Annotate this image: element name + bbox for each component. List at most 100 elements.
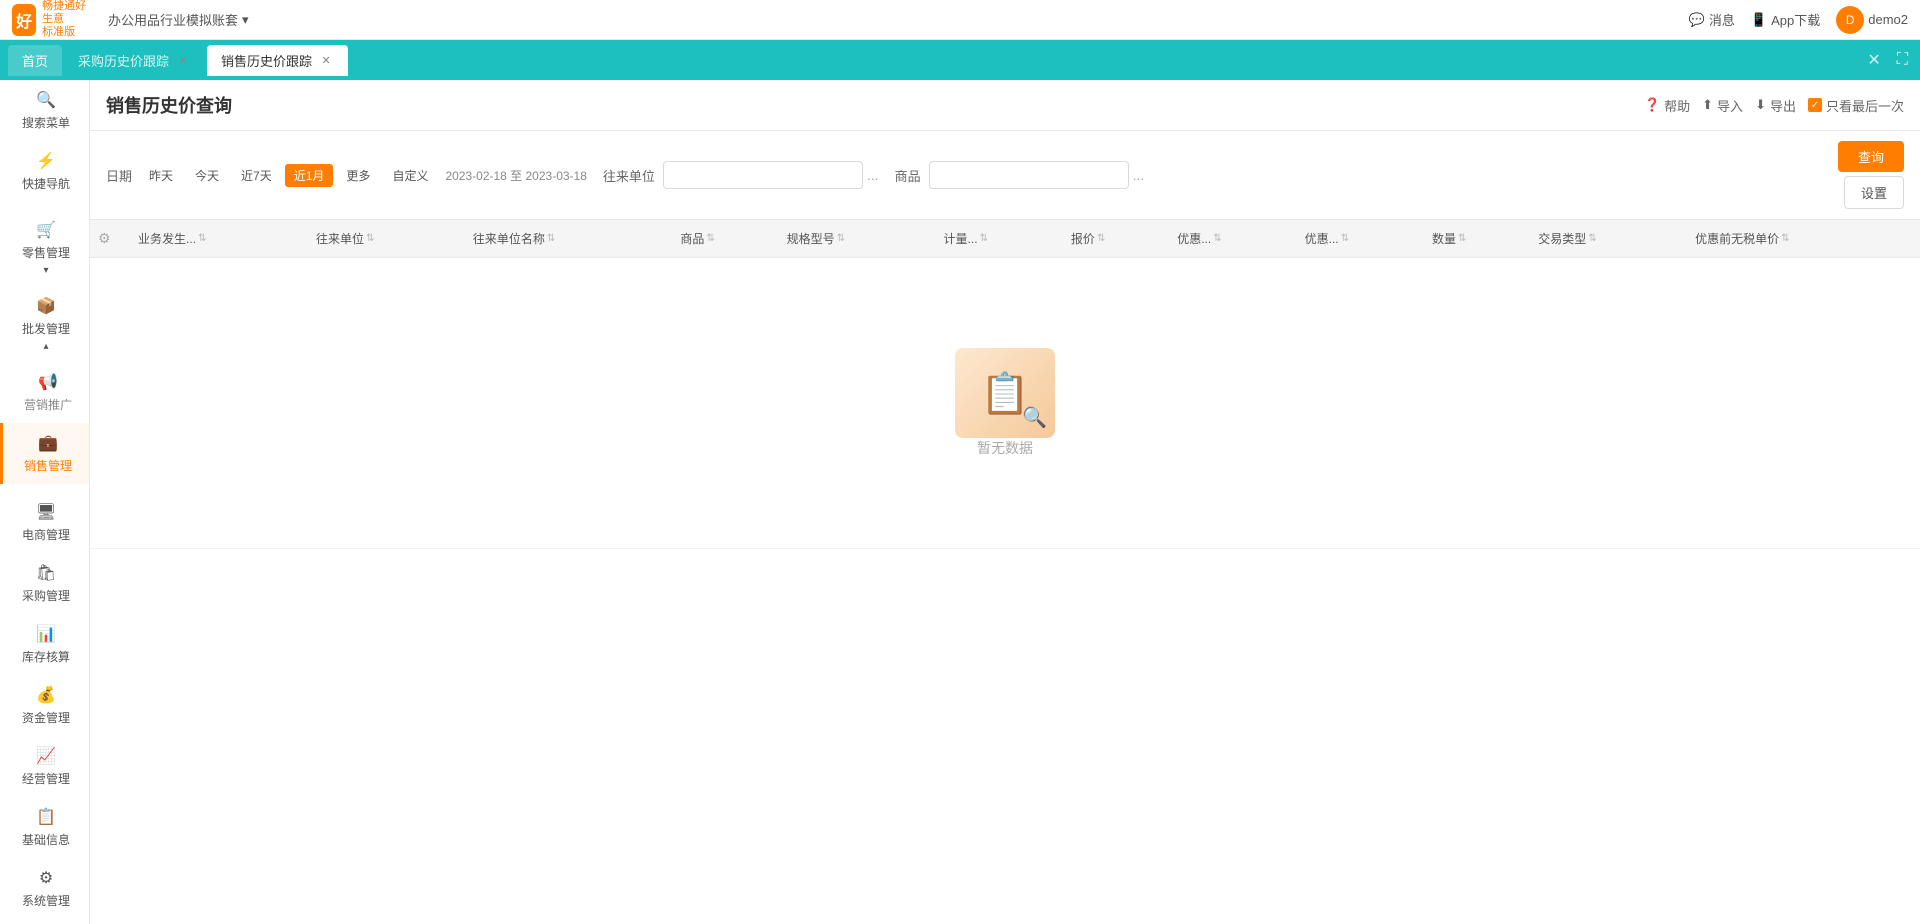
tab-home[interactable]: 首页 <box>8 45 62 76</box>
home-tab-label: 首页 <box>22 51 48 70</box>
th-discount2[interactable]: 优惠... ⇅ <box>1297 220 1424 258</box>
sidebar-item-ecommerce[interactable]: 🖥 电商管理 <box>0 492 89 553</box>
th-discount1[interactable]: 优惠... ⇅ <box>1169 220 1296 258</box>
close-all-tabs-button[interactable]: ✕ <box>1863 46 1884 74</box>
quick-nav-icon: ⚡ <box>36 151 56 171</box>
sidebar-item-purchase[interactable]: 🛍 采购管理 <box>0 553 89 614</box>
sidebar-item-operations[interactable]: 📈 经营管理 <box>0 736 89 797</box>
top-bar-right: 💬 消息 📱 App下载 D demo2 <box>1689 6 1908 34</box>
logo-text: 畅捷通好生意 标准版 <box>42 0 92 39</box>
sidebar-item-finance[interactable]: 💰 资金管理 <box>0 675 89 736</box>
system-icon: ⚙ <box>39 868 53 888</box>
finance-icon: 💰 <box>36 685 56 705</box>
th-partner-code[interactable]: 往来单位 ⇅ <box>308 220 465 258</box>
export-button[interactable]: ⬇ 导出 <box>1755 96 1796 115</box>
sidebar-item-quick-nav[interactable]: ⚡ 快捷导航 <box>0 141 89 202</box>
import-button[interactable]: ⬆ 导入 <box>1702 96 1743 115</box>
sidebar-item-search-menu[interactable]: 🔍 搜索菜单 <box>0 80 89 141</box>
date-label: 日期 <box>106 166 132 185</box>
partner-filter-group: 往来单位 ... <box>603 161 879 189</box>
data-table: ⚙ 业务发生... ⇅ 往来单位 ⇅ <box>90 220 1920 549</box>
th-unit[interactable]: 计量... ⇅ <box>936 220 1063 258</box>
arrow-up-icon: ▴ <box>43 341 48 352</box>
logo-icon: 好 <box>12 4 36 36</box>
th-biz-date[interactable]: 业务发生... ⇅ <box>130 220 308 258</box>
sidebar-item-basic-info[interactable]: 📋 基础信息 <box>0 797 89 858</box>
th-trade-type[interactable]: 交易类型 ⇅ <box>1530 220 1687 258</box>
product-ellipsis-button[interactable]: ... <box>1133 167 1145 183</box>
close-purchase-tab-icon[interactable]: ✕ <box>175 52 191 68</box>
partner-input[interactable] <box>663 161 863 189</box>
ecommerce-icon: 🖥 <box>36 502 56 522</box>
purchase-icon: 🛍 <box>36 563 56 583</box>
marketing-icon: 📢 <box>38 372 58 392</box>
message-button[interactable]: 💬 消息 <box>1689 10 1735 29</box>
checkbox-checked-icon: ✓ <box>1808 98 1822 112</box>
help-button[interactable]: ❓ 帮助 <box>1644 96 1690 115</box>
empty-illustration <box>955 348 1055 438</box>
export-icon: ⬇ <box>1755 97 1766 113</box>
table-body: 暂无数据 <box>90 258 1920 549</box>
sidebar-item-marketing[interactable]: 📢 营销推广 <box>0 362 89 423</box>
today-btn[interactable]: 今天 <box>186 164 228 187</box>
main-layout: 🔍 搜索菜单 ⚡ 快捷导航 🛒 零售管理 ▾ 📦 批发管理 ▴ 📢 营销推广 💼… <box>0 80 1920 924</box>
sort-icon-product: ⇅ <box>706 233 714 244</box>
close-sales-tab-icon[interactable]: ✕ <box>318 52 334 68</box>
empty-state-cell: 暂无数据 <box>90 258 1920 549</box>
th-pre-tax-price[interactable]: 优惠前无税单价 ⇅ <box>1687 220 1920 258</box>
sort-icon-discount2: ⇅ <box>1341 233 1349 244</box>
partner-ellipsis-button[interactable]: ... <box>867 167 879 183</box>
tab-purchase-history[interactable]: 采购历史价跟踪 ✕ <box>64 45 205 76</box>
partner-input-wrapper: ... <box>663 161 879 189</box>
settings-button[interactable]: 设置 <box>1844 176 1904 209</box>
search-icon: 🔍 <box>36 90 56 110</box>
table-settings-icon[interactable]: ⚙ <box>98 230 111 246</box>
custom-btn[interactable]: 自定义 <box>383 164 437 187</box>
page-header: 销售历史价查询 ❓ 帮助 ⬆ 导入 ⬇ 导出 ✓ <box>90 80 1920 131</box>
tab-sales-history[interactable]: 销售历史价跟踪 ✕ <box>207 45 348 76</box>
filter-action-buttons: 查询 设置 <box>1838 141 1904 209</box>
maximize-button[interactable]: ⛶ <box>1893 47 1912 73</box>
logo-area: 好 畅捷通好生意 标准版 <box>12 0 92 39</box>
th-spec[interactable]: 规格型号 ⇅ <box>779 220 936 258</box>
empty-state: 暂无数据 <box>98 268 1912 538</box>
import-icon: ⬆ <box>1702 97 1713 113</box>
date-range-display: 2023-02-18 至 2023-03-18 <box>445 167 586 184</box>
yesterday-btn[interactable]: 昨天 <box>140 164 182 187</box>
more-btn[interactable]: 更多 <box>337 164 379 187</box>
sidebar-item-system[interactable]: ⚙ 系统管理 <box>0 858 89 919</box>
last7days-btn[interactable]: 近7天 <box>232 164 281 187</box>
sidebar-item-enterprise-collab[interactable]: 🤝 企业协同 <box>0 919 89 924</box>
phone-icon: 📱 <box>1751 12 1767 28</box>
last1month-btn[interactable]: 近1月 <box>285 164 334 187</box>
operations-icon: 📈 <box>36 746 56 766</box>
user-profile[interactable]: D demo2 <box>1836 6 1908 34</box>
product-label: 商品 <box>895 166 921 185</box>
date-filter-group: 日期 昨天 今天 近7天 近1月 更多 自定义 2023-02-18 至 202… <box>106 164 587 187</box>
page-title: 销售历史价查询 <box>106 92 232 118</box>
table-header-row: ⚙ 业务发生... ⇅ 往来单位 ⇅ <box>90 220 1920 258</box>
wholesale-icon: 📦 <box>36 296 56 316</box>
page-actions: ❓ 帮助 ⬆ 导入 ⬇ 导出 ✓ 只看最后一次 <box>1644 96 1904 115</box>
industry-selector[interactable]: 办公用品行业模拟账套 ▾ <box>100 6 257 33</box>
empty-row: 暂无数据 <box>90 258 1920 549</box>
sidebar-item-retail[interactable]: 🛒 零售管理 ▾ <box>0 210 89 286</box>
basic-info-icon: 📋 <box>36 807 56 827</box>
content-area: 销售历史价查询 ❓ 帮助 ⬆ 导入 ⬇ 导出 ✓ <box>90 80 1920 924</box>
th-quoted-price[interactable]: 报价 ⇅ <box>1063 220 1169 258</box>
sidebar-item-inventory[interactable]: 📊 库存核算 <box>0 614 89 675</box>
only-last-checkbox-label[interactable]: ✓ 只看最后一次 <box>1808 96 1904 115</box>
partner-label: 往来单位 <box>603 166 655 185</box>
th-partner-name[interactable]: 往来单位名称 ⇅ <box>465 220 673 258</box>
query-button[interactable]: 查询 <box>1838 141 1904 172</box>
th-settings: ⚙ <box>90 220 130 258</box>
app-download-button[interactable]: 📱 App下载 <box>1751 10 1820 29</box>
table-container: ⚙ 业务发生... ⇅ 往来单位 ⇅ <box>90 220 1920 924</box>
th-product[interactable]: 商品 ⇅ <box>672 220 778 258</box>
th-quantity[interactable]: 数量 ⇅ <box>1424 220 1530 258</box>
sidebar-item-wholesale[interactable]: 📦 批发管理 ▴ <box>0 286 89 362</box>
product-input[interactable] <box>929 161 1129 189</box>
page-title-row: 销售历史价查询 ❓ 帮助 ⬆ 导入 ⬇ 导出 ✓ <box>106 92 1904 118</box>
tab-bar: 首页 采购历史价跟踪 ✕ 销售历史价跟踪 ✕ ✕ ⛶ <box>0 40 1920 80</box>
sidebar-item-sales-management[interactable]: 💼 销售管理 <box>0 423 89 484</box>
